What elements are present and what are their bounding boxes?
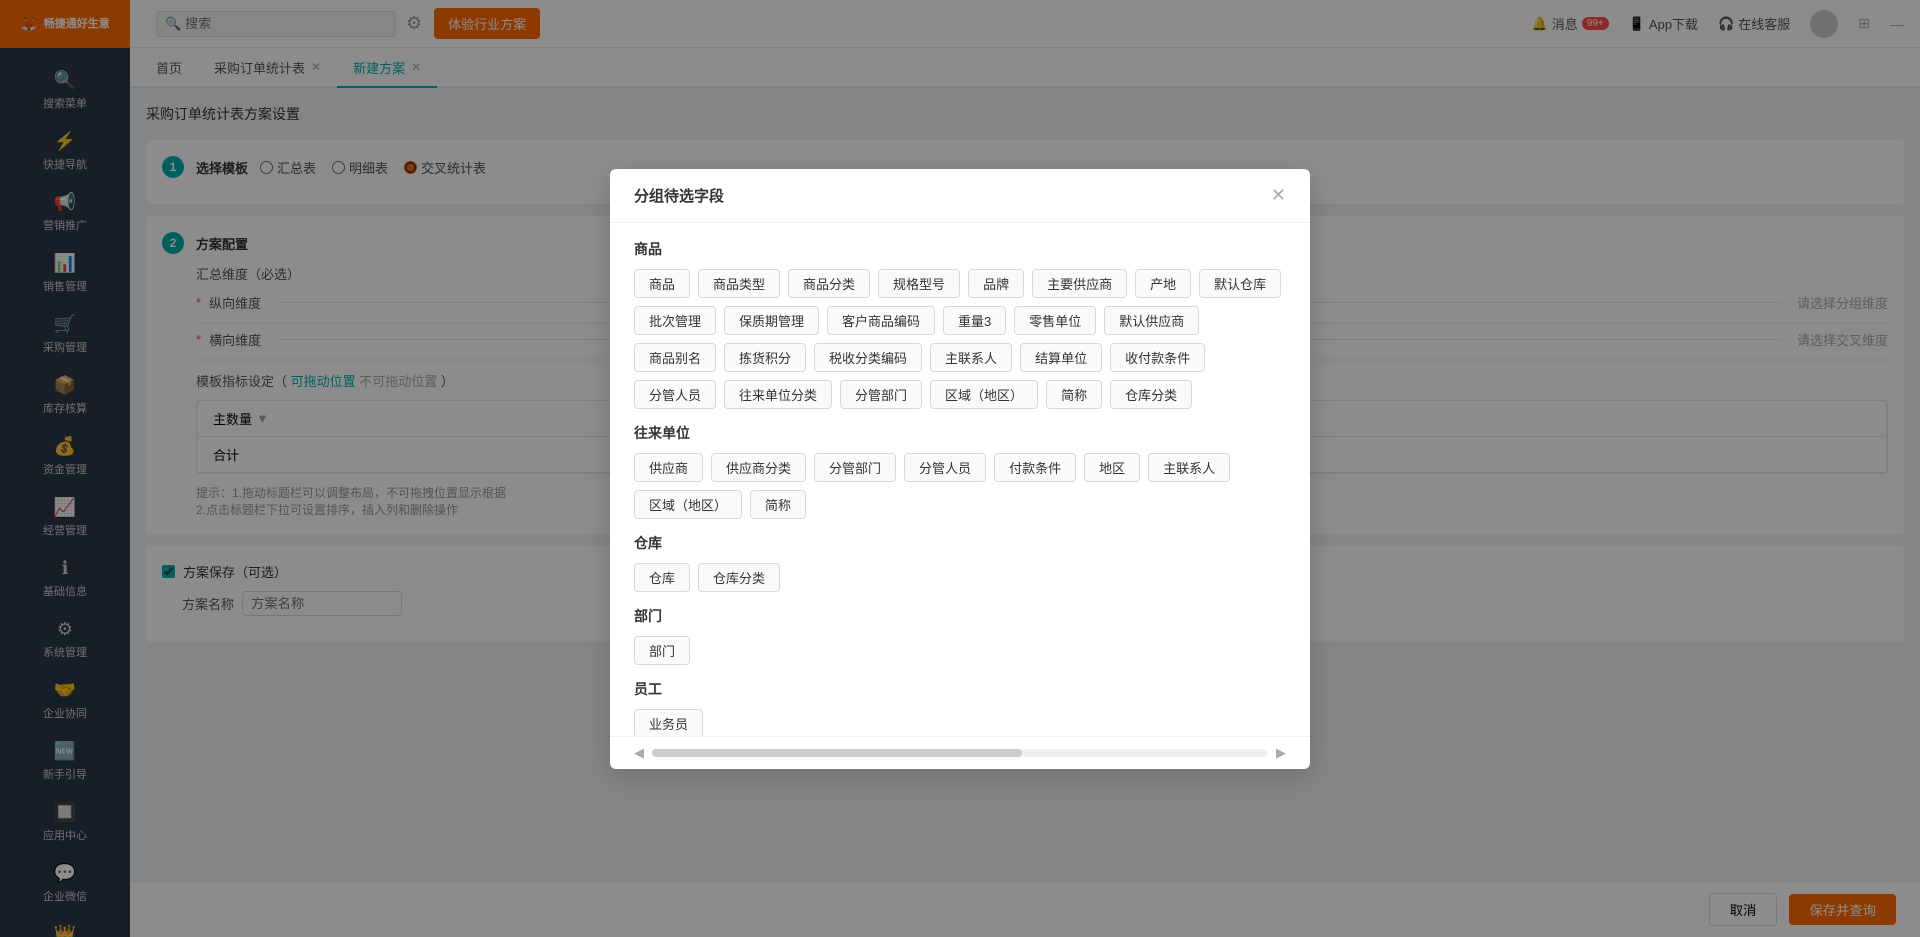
field-chip-1-3[interactable]: 分管人员 xyxy=(904,453,986,482)
field-chip-1-0[interactable]: 供应商 xyxy=(634,453,703,482)
field-chip-4-0[interactable]: 业务员 xyxy=(634,709,703,736)
field-chip-1-1[interactable]: 供应商分类 xyxy=(711,453,806,482)
field-chip-0-9[interactable]: 保质期管理 xyxy=(724,306,819,335)
horizontal-scrollbar[interactable] xyxy=(652,749,1268,757)
field-chip-0-21[interactable]: 往来单位分类 xyxy=(724,380,832,409)
field-chip-0-8[interactable]: 批次管理 xyxy=(634,306,716,335)
field-chip-0-15[interactable]: 拣货积分 xyxy=(724,343,806,372)
field-chip-1-7[interactable]: 区域（地区） xyxy=(634,490,742,519)
field-chip-1-8[interactable]: 简称 xyxy=(750,490,806,519)
modal-dialog: 分组待选字段 ✕ 商品商品商品类型商品分类规格型号品牌主要供应商产地默认仓库批次… xyxy=(610,169,1310,769)
field-chip-0-5[interactable]: 主要供应商 xyxy=(1032,269,1127,298)
field-chip-1-4[interactable]: 付款条件 xyxy=(994,453,1076,482)
field-chip-2-0[interactable]: 仓库 xyxy=(634,563,690,592)
field-chip-3-0[interactable]: 部门 xyxy=(634,636,690,665)
field-chip-0-4[interactable]: 品牌 xyxy=(968,269,1024,298)
scroll-right-icon[interactable]: ▶ xyxy=(1276,745,1286,761)
field-chip-0-18[interactable]: 结算单位 xyxy=(1020,343,1102,372)
section-chips-0: 商品商品类型商品分类规格型号品牌主要供应商产地默认仓库批次管理保质期管理客户商品… xyxy=(634,269,1286,409)
section-chips-2: 仓库仓库分类 xyxy=(634,563,1286,592)
field-chip-0-11[interactable]: 重量3 xyxy=(943,306,1006,335)
modal-scroll-bottom: ◀ ▶ xyxy=(610,736,1310,769)
section-chips-1: 供应商供应商分类分管部门分管人员付款条件地区主联系人区域（地区） 简称 xyxy=(634,453,1286,519)
section-title-2: 仓库 xyxy=(634,533,1286,553)
field-chip-0-6[interactable]: 产地 xyxy=(1135,269,1191,298)
scrollbar-thumb xyxy=(652,749,1022,757)
field-chip-2-1[interactable]: 仓库分类 xyxy=(698,563,780,592)
field-chip-1-6[interactable]: 主联系人 xyxy=(1148,453,1230,482)
field-chip-0-1[interactable]: 商品类型 xyxy=(698,269,780,298)
field-chip-0-20[interactable]: 分管人员 xyxy=(634,380,716,409)
field-chip-0-17[interactable]: 主联系人 xyxy=(930,343,1012,372)
field-chip-0-23[interactable]: 区域（地区） xyxy=(930,380,1038,409)
section-title-4: 员工 xyxy=(634,679,1286,699)
modal-body: 商品商品商品类型商品分类规格型号品牌主要供应商产地默认仓库批次管理保质期管理客户… xyxy=(610,223,1310,736)
field-chip-0-19[interactable]: 收付款条件 xyxy=(1110,343,1205,372)
field-chip-1-2[interactable]: 分管部门 xyxy=(814,453,896,482)
field-chip-0-10[interactable]: 客户商品编码 xyxy=(827,306,935,335)
field-chip-0-14[interactable]: 商品别名 xyxy=(634,343,716,372)
field-chip-1-5[interactable]: 地区 xyxy=(1084,453,1140,482)
section-chips-3: 部门 xyxy=(634,636,1286,665)
modal-header: 分组待选字段 ✕ xyxy=(610,169,1310,223)
field-chip-0-12[interactable]: 零售单位 xyxy=(1014,306,1096,335)
field-chip-0-3[interactable]: 规格型号 xyxy=(878,269,960,298)
modal-title: 分组待选字段 xyxy=(634,185,724,206)
modal-close-button[interactable]: ✕ xyxy=(1271,185,1286,206)
section-title-0: 商品 xyxy=(634,239,1286,259)
scroll-left-icon[interactable]: ◀ xyxy=(634,745,644,761)
field-chip-0-16[interactable]: 税收分类编码 xyxy=(814,343,922,372)
field-chip-0-13[interactable]: 默认供应商 xyxy=(1104,306,1199,335)
modal-overlay: 分组待选字段 ✕ 商品商品商品类型商品分类规格型号品牌主要供应商产地默认仓库批次… xyxy=(0,0,1920,937)
field-chip-0-7[interactable]: 默认仓库 xyxy=(1199,269,1281,298)
section-title-1: 往来单位 xyxy=(634,423,1286,443)
field-chip-0-25[interactable]: 仓库分类 xyxy=(1110,380,1192,409)
section-title-3: 部门 xyxy=(634,606,1286,626)
field-chip-0-24[interactable]: 简称 xyxy=(1046,380,1102,409)
field-chip-0-22[interactable]: 分管部门 xyxy=(840,380,922,409)
field-chip-0-2[interactable]: 商品分类 xyxy=(788,269,870,298)
section-chips-4: 业务员 xyxy=(634,709,1286,736)
field-chip-0-0[interactable]: 商品 xyxy=(634,269,690,298)
